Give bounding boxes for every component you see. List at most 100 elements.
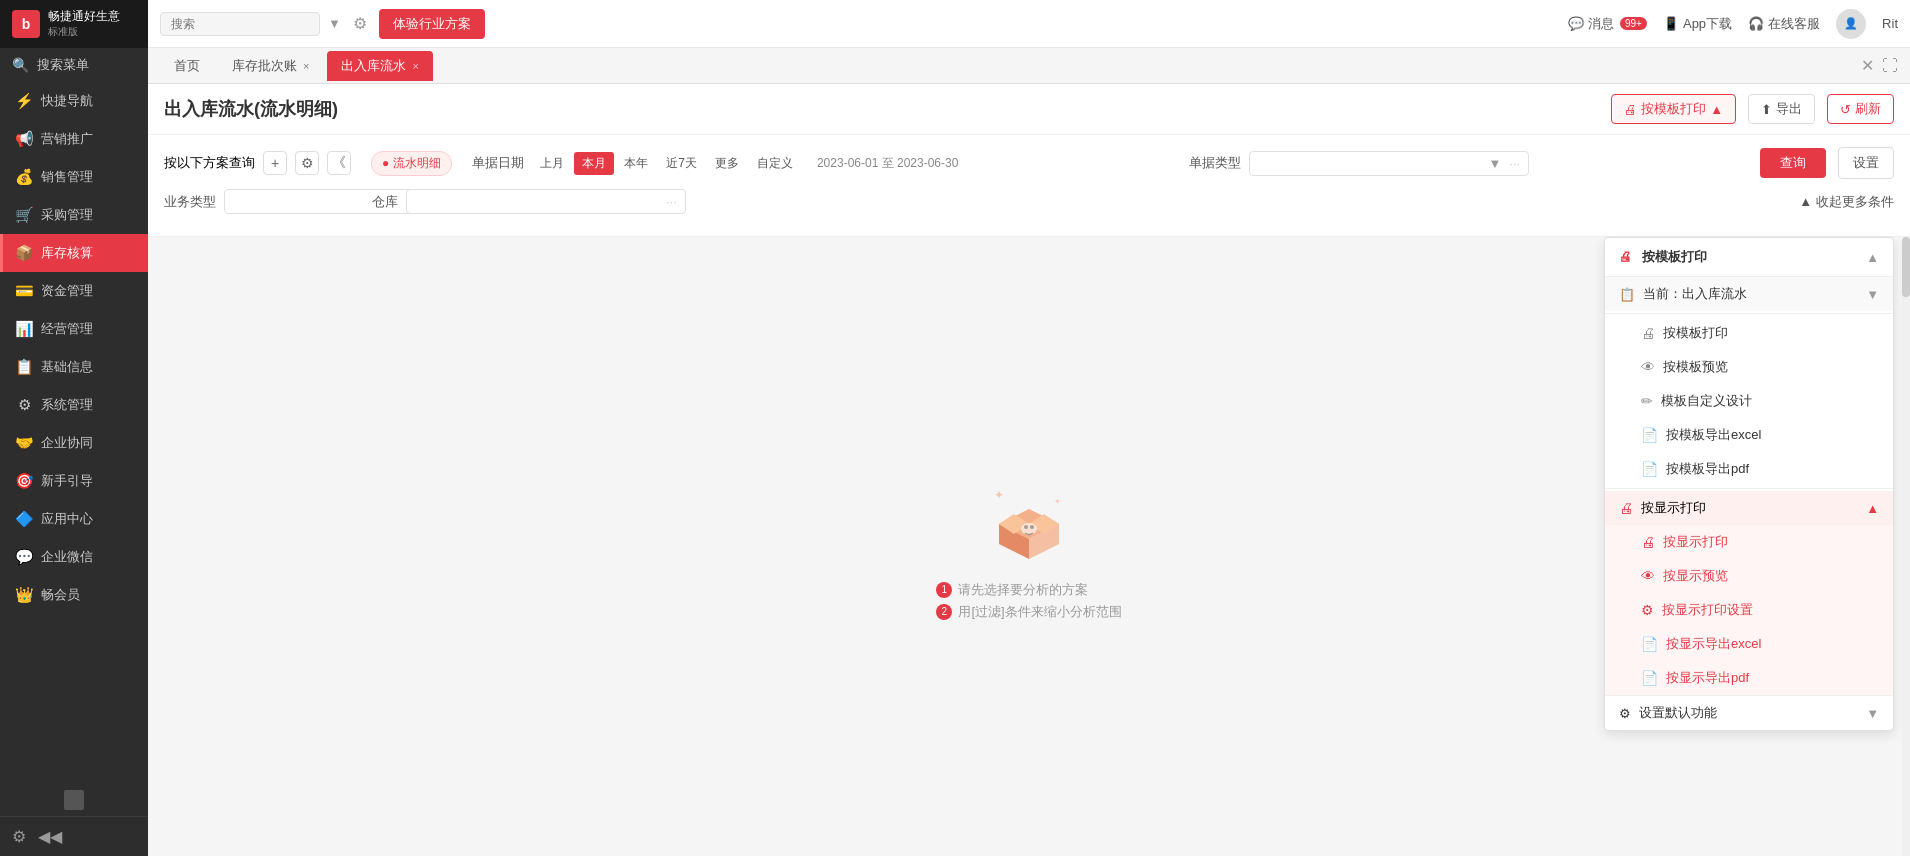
dropdown-item-preview-template[interactable]: 👁 按模板预览 <box>1605 350 1893 384</box>
sidebar-item-member[interactable]: 👑 畅会员 <box>0 576 148 614</box>
tab-batch-account[interactable]: 库存批次账 × <box>218 51 323 81</box>
refresh-label: 刷新 <box>1855 100 1881 118</box>
preview-display-icon: 👁 <box>1641 568 1655 584</box>
dropdown-current-item[interactable]: 📋 当前：出入库流水 ▼ <box>1605 277 1893 311</box>
doc-type-select[interactable]: ▼ ··· <box>1249 151 1529 176</box>
sidebar-item-label: 系统管理 <box>41 396 93 414</box>
app-download-button[interactable]: 📱 App下载 <box>1663 15 1732 33</box>
print-template-item-label: 按模板打印 <box>1663 324 1728 342</box>
sidebar-item-guide[interactable]: 🎯 新手引导 <box>0 462 148 500</box>
online-service-button[interactable]: 🎧 在线客服 <box>1748 15 1820 33</box>
scrollbar-thumb[interactable] <box>1902 237 1910 297</box>
sidebar-item-marketing[interactable]: 📢 营销推广 <box>0 120 148 158</box>
tab-home[interactable]: 首页 <box>160 51 214 81</box>
svg-point-5 <box>1021 523 1037 535</box>
dropdown-item-template-custom[interactable]: ✏ 模板自定义设计 <box>1605 384 1893 418</box>
topbar-right: 💬 消息 99+ 📱 App下载 🎧 在线客服 👤 Rit <box>1568 9 1898 39</box>
dropdown-item-export-excel-display[interactable]: 📄 按显示导出excel <box>1605 627 1893 661</box>
dropdown-footer[interactable]: ⚙ 设置默认功能 ▼ <box>1605 695 1893 730</box>
query-button[interactable]: 查询 <box>1760 148 1826 178</box>
message-label: 消息 <box>1588 15 1614 33</box>
footer-arrow: ▼ <box>1866 706 1879 721</box>
filter-add-button[interactable]: + <box>263 151 287 175</box>
tab-batch-close-icon[interactable]: × <box>303 60 309 72</box>
preview-template-icon: 👁 <box>1641 359 1655 375</box>
print-template-button[interactable]: 🖨 按模板打印 ▲ <box>1611 94 1736 124</box>
dropdown-item-preview-display[interactable]: 👁 按显示预览 <box>1605 559 1893 593</box>
date-tab-this-month[interactable]: 本月 <box>574 152 614 175</box>
sidebar-item-finance[interactable]: 💳 资金管理 <box>0 272 148 310</box>
warehouse-select[interactable]: ··· <box>406 189 686 214</box>
date-label: 单据日期 <box>472 154 524 172</box>
print-dropdown-panel: 🖨 按模板打印 ▲ 📋 当前：出入库流水 ▼ 🖨 按模板打印 👁 <box>1604 237 1894 731</box>
filter-settings-btn[interactable]: 设置 <box>1838 147 1894 179</box>
tab-close-all-button[interactable]: ✕ <box>1861 56 1874 75</box>
scroll-down-arrow[interactable] <box>64 790 84 810</box>
sidebar-item-label: 新手引导 <box>41 472 93 490</box>
sidebar-item-label: 采购管理 <box>41 206 93 224</box>
trial-button[interactable]: 体验行业方案 <box>379 9 485 39</box>
user-avatar[interactable]: 👤 <box>1836 9 1866 39</box>
dropdown-item-export-pdf-display[interactable]: 📄 按显示导出pdf <box>1605 661 1893 695</box>
date-tab-this-year[interactable]: 本年 <box>616 152 656 175</box>
date-tab-last-month[interactable]: 上月 <box>532 152 572 175</box>
page-title: 出入库流水(流水明细) <box>164 97 338 121</box>
settings-bottom-icon[interactable]: ⚙ <box>12 827 26 846</box>
tab-expand-button[interactable]: ⛶ <box>1882 57 1898 75</box>
finance-icon: 💳 <box>15 282 33 300</box>
dropdown-item-export-pdf-template[interactable]: 📄 按模板导出pdf <box>1605 452 1893 486</box>
filter-tag[interactable]: ● 流水明细 <box>371 151 452 176</box>
sidebar-item-label: 企业协同 <box>41 434 93 452</box>
collapse-more-button[interactable]: ▲ 收起更多条件 <box>1799 193 1894 211</box>
warehouse-label: 仓库 <box>372 193 398 211</box>
sidebar-search[interactable]: 🔍 搜索菜单 <box>0 48 148 82</box>
dropdown-item-export-excel-template[interactable]: 📄 按模板导出excel <box>1605 418 1893 452</box>
dropdown-item-print-template[interactable]: 🖨 按模板打印 <box>1605 316 1893 350</box>
sidebar-item-enterprise-wechat[interactable]: 💬 企业微信 <box>0 538 148 576</box>
current-label: 当前：出入库流水 <box>1643 285 1747 303</box>
section-label-text: 按以下方案查询 <box>164 154 255 172</box>
dropdown-item-print-settings-display[interactable]: ⚙ 按显示打印设置 <box>1605 593 1893 627</box>
filter-section-label: 按以下方案查询 + ⚙ 《 <box>164 151 351 175</box>
sidebar-item-sales[interactable]: 💰 销售管理 <box>0 158 148 196</box>
sidebar-item-quick-nav[interactable]: ⚡ 快捷导航 <box>0 82 148 120</box>
topbar-gear-icon[interactable]: ⚙ <box>353 14 367 33</box>
filter-settings-button[interactable]: ⚙ <box>295 151 319 175</box>
dropdown-collapse-icon[interactable]: ▲ <box>1866 250 1879 265</box>
display-category-label: 按显示打印 <box>1641 499 1706 517</box>
sales-icon: 💰 <box>15 168 33 186</box>
message-button[interactable]: 💬 消息 99+ <box>1568 15 1647 33</box>
date-tab-custom[interactable]: 自定义 <box>749 152 801 175</box>
sidebar-item-system[interactable]: ⚙ 系统管理 <box>0 386 148 424</box>
template-custom-icon: ✏ <box>1641 393 1653 409</box>
sidebar-item-app-center[interactable]: 🔷 应用中心 <box>0 500 148 538</box>
sidebar-item-enterprise[interactable]: 🤝 企业协同 <box>0 424 148 462</box>
sidebar-item-inventory[interactable]: 📦 库存核算 <box>0 234 148 272</box>
date-tab-last-7[interactable]: 近7天 <box>658 152 705 175</box>
sidebar-item-basic[interactable]: 📋 基础信息 <box>0 348 148 386</box>
date-tab-more[interactable]: 更多 <box>707 152 747 175</box>
tab-home-label: 首页 <box>174 57 200 75</box>
hint-item-1: 1 请先选择要分析的方案 <box>936 581 1121 599</box>
export-excel-display-label: 按显示导出excel <box>1666 635 1761 653</box>
sidebar-item-label: 资金管理 <box>41 282 93 300</box>
print-display-icon: 🖨 <box>1641 534 1655 550</box>
print-display-label: 按显示打印 <box>1663 533 1728 551</box>
topbar-search-arrow[interactable]: ▼ <box>328 16 341 31</box>
enterprise-wechat-icon: 💬 <box>15 548 33 566</box>
tab-flow[interactable]: 出入库流水 × <box>327 51 432 81</box>
username-label: Rit <box>1882 16 1898 31</box>
sidebar-item-operation[interactable]: 📊 经营管理 <box>0 310 148 348</box>
sidebar-item-label: 营销推广 <box>41 130 93 148</box>
scrollbar-track <box>1902 237 1910 856</box>
refresh-button[interactable]: ↺ 刷新 <box>1827 94 1894 124</box>
topbar-search-input[interactable] <box>160 12 320 36</box>
tab-flow-close-icon[interactable]: × <box>412 60 418 72</box>
sidebar-item-purchase[interactable]: 🛒 采购管理 <box>0 196 148 234</box>
collapse-sidebar-icon[interactable]: ◀◀ <box>38 827 62 846</box>
dropdown-display-category[interactable]: 🖨 按显示打印 ▲ <box>1605 491 1893 525</box>
dropdown-item-print-display[interactable]: 🖨 按显示打印 <box>1605 525 1893 559</box>
export-button[interactable]: ⬆ 导出 <box>1748 94 1815 124</box>
filter-collapse-button[interactable]: 《 <box>327 151 351 175</box>
sidebar-logo: b 畅捷通好生意 标准版 <box>0 0 148 48</box>
